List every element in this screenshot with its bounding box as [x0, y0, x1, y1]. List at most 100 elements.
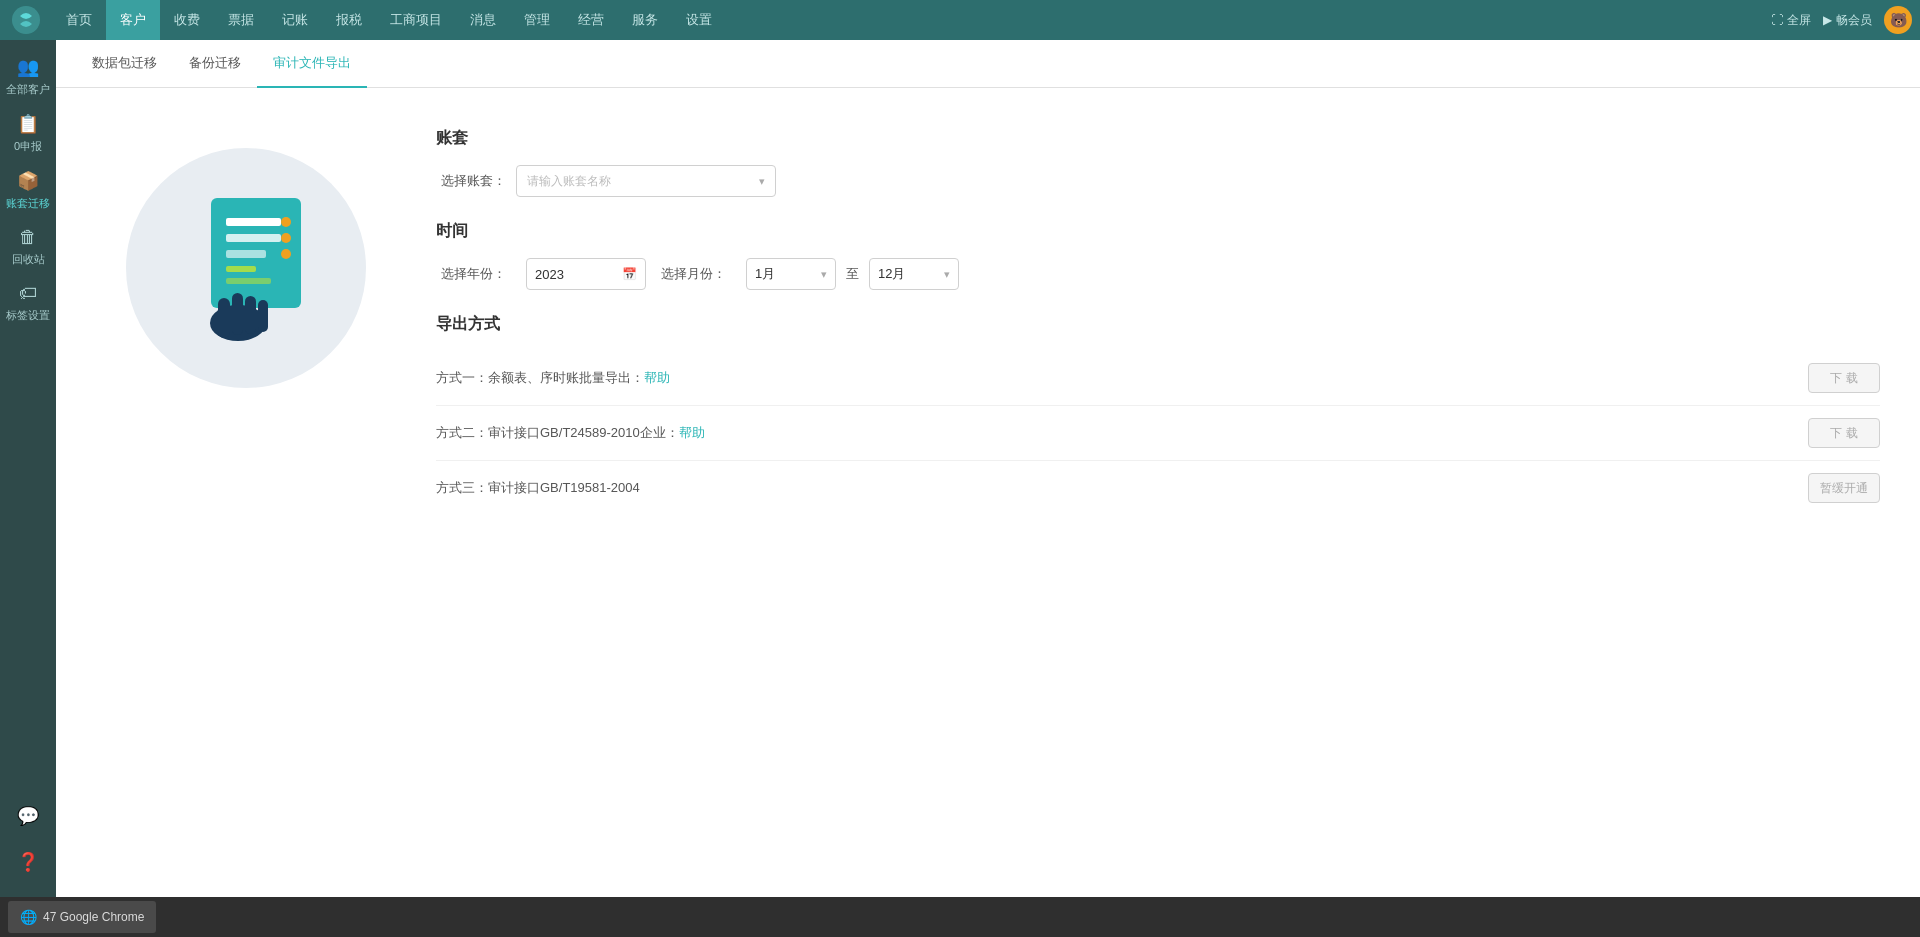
export-method-1-help[interactable]: 帮助	[644, 370, 670, 385]
sidebar-item-tag-settings[interactable]: 🏷 标签设置	[0, 275, 56, 331]
tabs-bar: 数据包迁移 备份迁移 审计文件导出	[56, 40, 1920, 88]
start-month-caret: ▾	[821, 268, 827, 281]
account-migration-icon: 📦	[17, 170, 39, 192]
end-month-value: 12月	[878, 265, 905, 283]
main-layout: 👥 全部客户 📋 0申报 📦 账套迁移 🗑 回收站 🏷 标签设置 💬 ❓	[0, 40, 1920, 897]
export-method-3-text: 方式三：审计接口GB/T19581-2004	[436, 480, 640, 495]
illustration-side	[96, 128, 396, 857]
svg-rect-13	[245, 296, 256, 334]
top-nav: 首页 客户 收费 票据 记账 报税 工商项目 消息 管理 经营 服务 设置 ⛶ …	[0, 0, 1920, 40]
export-method-2-label: 方式二：审计接口GB/T24589-2010企业：帮助	[436, 424, 1800, 442]
export-method-2: 方式二：审计接口GB/T24589-2010企业：帮助 下 载	[436, 406, 1880, 461]
export-method-3-btn[interactable]: 暂缓开通	[1808, 473, 1880, 503]
nav-manage[interactable]: 管理	[510, 0, 564, 40]
export-method-2-btn[interactable]: 下 载	[1808, 418, 1880, 448]
taskbar: 🌐 47 Google Chrome	[0, 897, 1920, 937]
sidebar-item-tag-settings-label: 标签设置	[6, 308, 50, 323]
recycle-icon: 🗑	[19, 227, 37, 248]
export-method-2-help[interactable]: 帮助	[679, 425, 705, 440]
svg-rect-2	[226, 218, 281, 226]
svg-rect-3	[226, 234, 281, 242]
sidebar-item-account-migration-label: 账套迁移	[6, 196, 50, 211]
export-section-title: 导出方式	[436, 314, 1880, 335]
sidebar-chat-button[interactable]: 💬	[0, 797, 56, 835]
vip-button[interactable]: ▶ 畅会员	[1823, 12, 1872, 29]
form-side: 账套 选择账套： 请输入账套名称 ▾ 时间 选择年份： 2023	[396, 128, 1880, 857]
export-method-3: 方式三：审计接口GB/T19581-2004 暂缓开通	[436, 461, 1880, 515]
nav-business[interactable]: 工商项目	[376, 0, 456, 40]
nav-settings[interactable]: 设置	[672, 0, 726, 40]
account-section-title: 账套	[436, 128, 1880, 149]
avatar[interactable]: 🐻	[1884, 6, 1912, 34]
page-content: 账套 选择账套： 请输入账套名称 ▾ 时间 选择年份： 2023	[56, 88, 1920, 897]
sidebar: 👥 全部客户 📋 0申报 📦 账套迁移 🗑 回收站 🏷 标签设置 💬 ❓	[0, 40, 56, 897]
svg-rect-9	[226, 278, 271, 284]
account-select-input[interactable]: 请输入账套名称 ▾	[516, 165, 776, 197]
fullscreen-label: 全屏	[1787, 12, 1811, 29]
nav-service[interactable]: 服务	[618, 0, 672, 40]
export-method-1-text: 方式一：余额表、序时账批量导出：	[436, 370, 644, 385]
svg-point-7	[281, 249, 291, 259]
calendar-icon: 📅	[622, 267, 637, 281]
vip-icon: ▶	[1823, 13, 1832, 27]
sidebar-item-zero-report[interactable]: 📋 0申报	[0, 105, 56, 162]
export-section: 导出方式 方式一：余额表、序时账批量导出：帮助 下 载 方式二：审计接口GB/T…	[436, 314, 1880, 515]
time-row: 选择年份： 2023 📅 选择月份： 1月 ▾ 至 12月	[436, 258, 1880, 290]
export-method-1: 方式一：余额表、序时账批量导出：帮助 下 载	[436, 351, 1880, 406]
help-icon: ❓	[17, 851, 39, 873]
nav-home[interactable]: 首页	[52, 0, 106, 40]
svg-point-5	[281, 217, 291, 227]
export-method-1-label: 方式一：余额表、序时账批量导出：帮助	[436, 369, 1800, 387]
nav-accounting[interactable]: 记账	[268, 0, 322, 40]
time-section-title: 时间	[436, 221, 1880, 242]
sidebar-help-button[interactable]: ❓	[0, 843, 56, 881]
vip-label: 畅会员	[1836, 12, 1872, 29]
taskbar-chrome-label: 47 Google Chrome	[43, 910, 144, 924]
illustration-svg	[166, 178, 326, 358]
end-month-select[interactable]: 12月 ▾	[869, 258, 959, 290]
sidebar-item-all-clients[interactable]: 👥 全部客户	[0, 48, 56, 105]
sidebar-item-all-clients-label: 全部客户	[6, 82, 50, 97]
all-clients-icon: 👥	[17, 56, 39, 78]
account-select-placeholder: 请输入账套名称	[527, 173, 611, 190]
svg-rect-12	[232, 293, 243, 335]
nav-operation[interactable]: 经营	[564, 0, 618, 40]
sidebar-item-recycle[interactable]: 🗑 回收站	[0, 219, 56, 275]
sidebar-item-recycle-label: 回收站	[12, 252, 45, 267]
logo[interactable]	[8, 2, 44, 38]
year-label: 选择年份：	[436, 265, 506, 283]
account-select-row: 选择账套： 请输入账套名称 ▾	[436, 165, 1880, 197]
illustration-circle	[126, 148, 366, 388]
nav-client[interactable]: 客户	[106, 0, 160, 40]
svg-rect-8	[226, 266, 256, 272]
nav-tax[interactable]: 报税	[322, 0, 376, 40]
year-input[interactable]: 2023 📅	[526, 258, 646, 290]
tab-audit-export[interactable]: 审计文件导出	[257, 40, 367, 88]
export-method-2-text: 方式二：审计接口GB/T24589-2010企业：	[436, 425, 679, 440]
taskbar-chrome[interactable]: 🌐 47 Google Chrome	[8, 901, 156, 933]
tab-backup-migration[interactable]: 备份迁移	[173, 40, 257, 88]
nav-fee[interactable]: 收费	[160, 0, 214, 40]
sidebar-bottom: 💬 ❓	[0, 797, 56, 881]
content-area: 数据包迁移 备份迁移 审计文件导出	[56, 40, 1920, 897]
chat-icon: 💬	[17, 805, 39, 827]
time-to-sep: 至	[846, 265, 859, 283]
svg-rect-14	[258, 300, 268, 332]
export-method-1-btn[interactable]: 下 载	[1808, 363, 1880, 393]
export-method-3-label: 方式三：审计接口GB/T19581-2004	[436, 479, 1800, 497]
nav-right: ⛶ 全屏 ▶ 畅会员 🐻	[1771, 6, 1912, 34]
account-dropdown-caret: ▾	[759, 175, 765, 188]
svg-point-0	[12, 6, 40, 34]
sidebar-item-account-migration[interactable]: 📦 账套迁移	[0, 162, 56, 219]
nav-message[interactable]: 消息	[456, 0, 510, 40]
nav-invoice[interactable]: 票据	[214, 0, 268, 40]
month-label: 选择月份：	[656, 265, 726, 283]
start-month-select[interactable]: 1月 ▾	[746, 258, 836, 290]
fullscreen-icon: ⛶	[1771, 13, 1783, 27]
nav-items: 首页 客户 收费 票据 记账 报税 工商项目 消息 管理 经营 服务 设置	[52, 0, 1771, 40]
tab-data-migration[interactable]: 数据包迁移	[76, 40, 173, 88]
fullscreen-button[interactable]: ⛶ 全屏	[1771, 12, 1811, 29]
zero-report-icon: 📋	[17, 113, 39, 135]
svg-point-6	[281, 233, 291, 243]
end-month-caret: ▾	[944, 268, 950, 281]
